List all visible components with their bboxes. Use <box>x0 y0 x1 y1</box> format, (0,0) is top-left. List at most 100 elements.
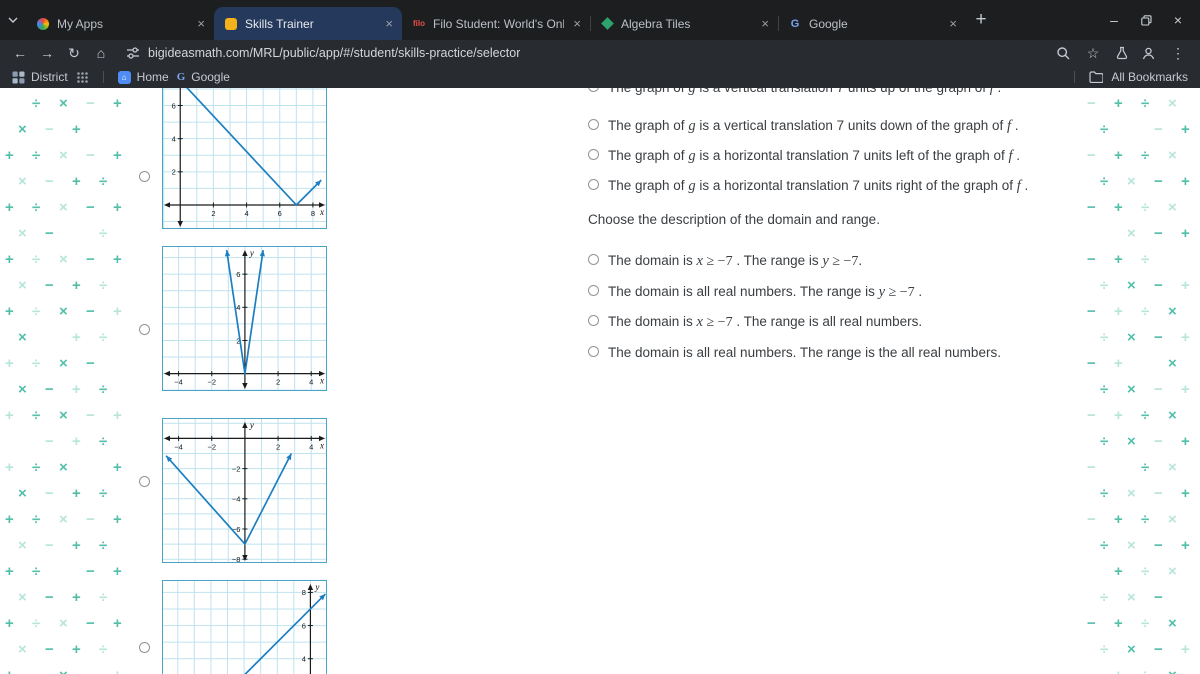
pattern-symbol: ÷ <box>1141 147 1150 164</box>
pattern-symbol: − <box>1087 95 1096 112</box>
option-row-domain-4[interactable]: The domain is all real numbers. The rang… <box>588 344 1001 361</box>
radio-button[interactable] <box>588 88 599 92</box>
graph-option-b-plot: xy−4 −2 2 4246 <box>162 246 327 391</box>
pattern-symbol: − <box>1154 589 1163 606</box>
graph-option-d[interactable]: xy−8−6−4−22468 <box>162 580 327 674</box>
labs-icon[interactable] <box>1115 46 1129 60</box>
forward-button[interactable]: → <box>37 46 57 60</box>
svg-text:−4: −4 <box>174 378 183 387</box>
option-row-horizontal-right[interactable]: The graph of g is a horizontal translati… <box>588 177 1028 195</box>
browser-tab[interactable]: Skills Trainer × <box>214 7 402 40</box>
tab-close-icon[interactable]: × <box>571 16 583 31</box>
option-text: The domain is x ≥ −7 . The range is y ≥ … <box>608 253 863 269</box>
pattern-symbol: + <box>1114 511 1123 528</box>
graph-option-a[interactable]: x 2 4 6 8 2 4 6 <box>162 88 327 229</box>
pattern-symbol: × <box>18 277 27 294</box>
radio-graph-option-c[interactable] <box>139 476 150 487</box>
svg-text:4: 4 <box>302 655 306 664</box>
pattern-symbol: − <box>45 277 54 294</box>
radio-button[interactable] <box>588 119 599 130</box>
pattern-symbol: ÷ <box>1100 381 1109 398</box>
option-row-domain-1[interactable]: The domain is x ≥ −7 . The range is y ≥ … <box>588 252 862 270</box>
pattern-symbol: × <box>59 668 68 674</box>
minimize-button[interactable]: – <box>1098 12 1130 28</box>
address-bar[interactable]: bigideasmath.com/MRL/public/app/#/studen… <box>126 46 1049 60</box>
pattern-symbol: − <box>1087 511 1096 528</box>
radio-graph-option-a[interactable] <box>139 171 150 182</box>
pattern-symbol: ÷ <box>32 147 41 164</box>
pattern-symbol: + <box>1181 277 1190 294</box>
svg-text:y: y <box>314 582 319 592</box>
kebab-menu-icon[interactable]: ⋮ <box>1168 46 1188 60</box>
pattern-symbol: ÷ <box>1100 329 1109 346</box>
graph-option-c[interactable]: x y −4 −2 2 4 −2 −4 −6 −8 <box>162 418 327 563</box>
site-info-icon[interactable] <box>126 46 140 60</box>
pattern-symbol: × <box>1168 95 1177 112</box>
svg-text:x: x <box>319 440 324 450</box>
radio-button[interactable] <box>588 254 599 265</box>
pattern-symbol: + <box>1181 121 1190 138</box>
pattern-symbol: ÷ <box>1100 277 1109 294</box>
skills-trainer-favicon <box>224 17 238 31</box>
option-row-domain-2[interactable]: The domain is all real numbers. The rang… <box>588 283 922 301</box>
bookmark-google[interactable]: G Google <box>177 70 230 84</box>
radio-button[interactable] <box>588 285 599 296</box>
radio-button[interactable] <box>588 315 599 326</box>
pattern-symbol: × <box>1127 485 1136 502</box>
browser-tab[interactable]: Algebra Tiles × <box>590 7 778 40</box>
radio-button[interactable] <box>588 149 599 160</box>
apps-grid-icon[interactable] <box>76 71 89 84</box>
reload-button[interactable]: ↻ <box>64 46 84 60</box>
bookmark-star-icon[interactable]: ☆ <box>1083 46 1103 60</box>
browser-window: My Apps × Skills Trainer × filo Filo Student:… <box>0 0 1200 674</box>
profile-icon[interactable] <box>1141 46 1156 61</box>
option-row-vertical-up[interactable]: The graph of g is a vertical translation… <box>588 88 1001 97</box>
tab-close-icon[interactable]: × <box>947 16 959 31</box>
all-bookmarks-button[interactable]: All Bookmarks <box>1068 70 1188 84</box>
pattern-symbol: + <box>1114 303 1123 320</box>
option-row-vertical-down[interactable]: The graph of g is a vertical translation… <box>588 117 1019 135</box>
pattern-symbol: ÷ <box>1100 589 1109 606</box>
url-text: bigideasmath.com/MRL/public/app/#/studen… <box>148 46 521 60</box>
graph-option-b[interactable]: x y −4 −2 2 4 2 4 6 <box>162 246 327 391</box>
tab-close-icon[interactable]: × <box>195 16 207 31</box>
radio-button[interactable] <box>588 179 599 190</box>
new-tab-button[interactable]: + <box>966 0 996 40</box>
home-button[interactable]: ⌂ <box>91 46 111 60</box>
pattern-symbol: − <box>86 147 95 164</box>
bookmark-district[interactable]: District <box>12 70 68 84</box>
restore-window-button[interactable] <box>1130 14 1162 26</box>
pattern-symbol: + <box>72 381 81 398</box>
option-text: The graph of g is a horizontal translati… <box>608 148 1021 164</box>
bookmark-home[interactable]: ⌂ Home <box>117 70 169 84</box>
pattern-symbol: + <box>5 303 14 320</box>
pattern-symbol: + <box>113 95 122 112</box>
pattern-symbol: − <box>86 407 95 424</box>
pattern-symbol: − <box>1154 173 1163 190</box>
bookmarks-divider <box>102 71 104 83</box>
svg-text:4: 4 <box>236 303 240 312</box>
option-row-horizontal-left[interactable]: The graph of g is a horizontal translati… <box>588 147 1020 165</box>
pattern-symbol: ÷ <box>1141 563 1150 580</box>
pattern-symbol: + <box>5 147 14 164</box>
option-text: The domain is all real numbers. The rang… <box>608 345 1001 360</box>
tab-close-icon[interactable]: × <box>383 16 395 31</box>
pattern-symbol: × <box>1127 433 1136 450</box>
radio-button[interactable] <box>588 346 599 357</box>
tab-close-icon[interactable]: × <box>759 16 771 31</box>
pattern-symbol: × <box>1127 173 1136 190</box>
close-window-button[interactable]: × <box>1162 12 1194 28</box>
pattern-symbol: × <box>59 303 68 320</box>
zoom-icon[interactable] <box>1056 46 1071 61</box>
browser-tab[interactable]: G Google × <box>778 7 966 40</box>
browser-tab[interactable]: filo Filo Student: World's Only Live × <box>402 7 590 40</box>
pattern-symbol: × <box>59 199 68 216</box>
option-row-domain-3[interactable]: The domain is x ≥ −7 . The range is all … <box>588 313 922 331</box>
radio-graph-option-d[interactable] <box>139 642 150 653</box>
radio-graph-option-b[interactable] <box>139 324 150 335</box>
pattern-symbol: − <box>86 303 95 320</box>
pattern-symbol: + <box>5 407 14 424</box>
browser-tab[interactable]: My Apps × <box>26 7 214 40</box>
back-button[interactable]: ← <box>10 46 30 60</box>
tab-search-icon[interactable] <box>0 17 26 23</box>
